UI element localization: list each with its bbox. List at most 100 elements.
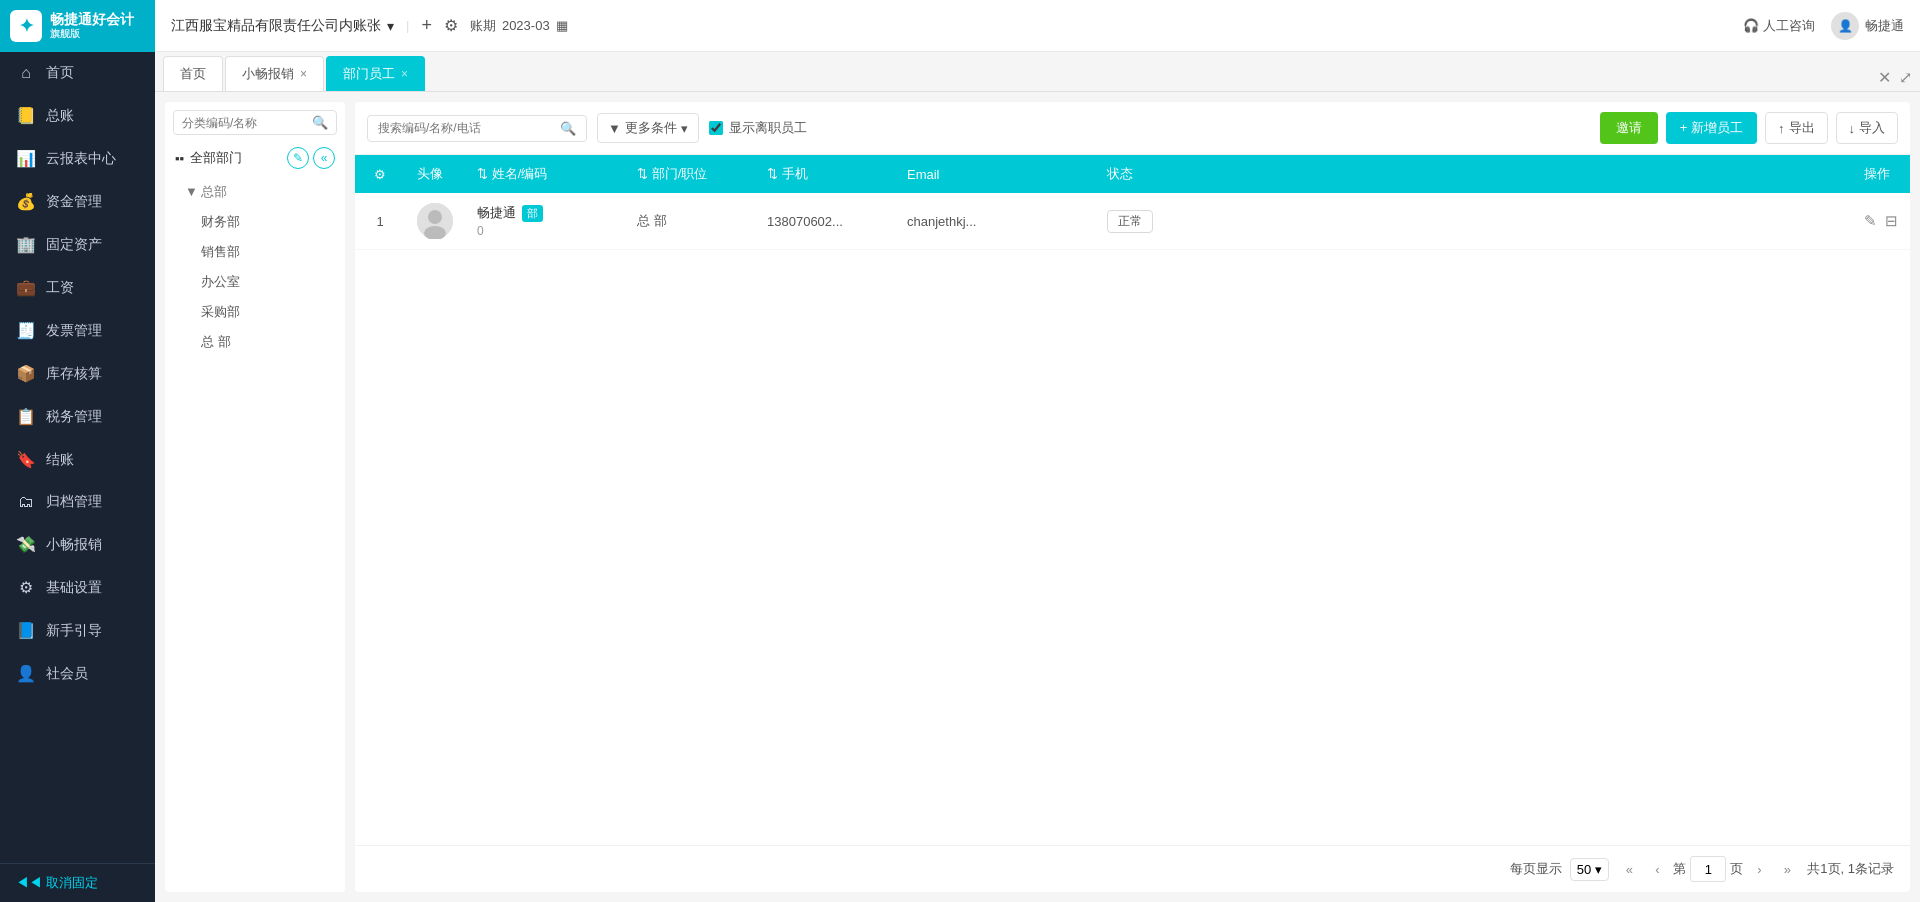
page-suffix: 页 (1730, 860, 1743, 878)
assets-icon: 🏢 (16, 235, 36, 254)
show-resigned-toggle[interactable]: 显示离职员工 (709, 119, 807, 137)
sidebar-item-assets[interactable]: 🏢 固定资产 (0, 223, 155, 266)
dept-collapse-button[interactable]: « (313, 147, 335, 169)
sidebar-item-label: 发票管理 (46, 322, 102, 340)
app-logo[interactable]: ✦ 畅捷通好会计 旗舰版 (0, 0, 155, 52)
sidebar: ✦ 畅捷通好会计 旗舰版 ⌂ 首页 📒 总账 📊 云报表中心 💰 资金管理 🏢 … (0, 0, 155, 902)
dept-child-purchase[interactable]: 采购部 (181, 297, 337, 327)
expense-icon: 💸 (16, 535, 36, 554)
user-avatar: 👤 (1831, 12, 1859, 40)
emp-panel: 🔍 ▼ 更多条件 ▾ 显示离职员工 邀请 + 新增员工 ↑ 导出 (355, 102, 1910, 892)
sidebar-item-label: 归档管理 (46, 493, 102, 511)
col-dept[interactable]: ⇅ 部门/职位 (625, 155, 755, 193)
tab-home-label: 首页 (180, 65, 206, 83)
sidebar-item-label: 基础设置 (46, 579, 102, 597)
show-resigned-label: 显示离职员工 (729, 119, 807, 137)
dept-edit-button[interactable]: ✎ (287, 147, 309, 169)
guide-icon: 📘 (16, 621, 36, 640)
sidebar-item-label: 云报表中心 (46, 150, 116, 168)
import-icon: ↓ (1849, 121, 1856, 136)
tab-department-label: 部门员工 (343, 65, 395, 83)
sidebar-item-tax[interactable]: 📋 税务管理 (0, 395, 155, 438)
first-page-button[interactable]: « (1617, 857, 1641, 881)
tab-home[interactable]: 首页 (163, 56, 223, 91)
sidebar-item-invoice[interactable]: 🧾 发票管理 (0, 309, 155, 352)
account-settings-button[interactable]: ⚙ (444, 16, 458, 35)
company-name: 江西服宝精品有限责任公司内账张 (171, 17, 381, 35)
more-actions-button[interactable]: ⊟ (1885, 212, 1898, 230)
export-button[interactable]: ↑ 导出 (1765, 112, 1828, 144)
sidebar-item-label: 资金管理 (46, 193, 102, 211)
next-page-button[interactable]: › (1747, 857, 1771, 881)
sidebar-item-expense[interactable]: 💸 小畅报销 (0, 523, 155, 566)
sidebar-item-label: 总账 (46, 107, 74, 125)
sidebar-item-closing[interactable]: 🔖 结账 (0, 438, 155, 481)
sidebar-item-home[interactable]: ⌂ 首页 (0, 52, 155, 94)
sidebar-item-salary[interactable]: 💼 工资 (0, 266, 155, 309)
table-header-row: ⚙ 头像 ⇅ 姓名/编码 ⇅ 部门/职位 (355, 155, 1910, 193)
prev-page-button[interactable]: ‹ (1645, 857, 1669, 881)
col-settings-icon: ⚙ (374, 167, 386, 182)
sidebar-item-member[interactable]: 👤 社会员 (0, 652, 155, 695)
tab-expense[interactable]: 小畅报销 × (225, 56, 324, 91)
dept-child-sales[interactable]: 销售部 (181, 237, 337, 267)
sidebar-nav: ⌂ 首页 📒 总账 📊 云报表中心 💰 资金管理 🏢 固定资产 💼 工资 🧾 发… (0, 52, 155, 863)
emp-search-input[interactable] (378, 121, 554, 135)
tab-expense-close[interactable]: × (300, 67, 307, 81)
page-number-input[interactable] (1690, 856, 1726, 882)
emp-search-icon: 🔍 (560, 121, 576, 136)
dept-child-office[interactable]: 办公室 (181, 267, 337, 297)
col-email: Email (895, 155, 1095, 193)
emp-search-box[interactable]: 🔍 (367, 115, 587, 142)
filter-button[interactable]: ▼ 更多条件 ▾ (597, 113, 699, 143)
import-button[interactable]: ↓ 导入 (1836, 112, 1899, 144)
sidebar-item-ledger[interactable]: 📒 总账 (0, 94, 155, 137)
dept-child-finance[interactable]: 财务部 (181, 207, 337, 237)
dept-title-label: 全部部门 (190, 149, 242, 167)
close-tab-button[interactable]: ✕ (1878, 68, 1891, 87)
period-value: 2023-03 (502, 18, 550, 33)
service-label: 人工咨询 (1763, 17, 1815, 35)
col-phone[interactable]: ⇅ 手机 (755, 155, 895, 193)
dept-search-input[interactable] (182, 116, 308, 130)
dept-parent-hq[interactable]: ▼ 总部 (181, 177, 337, 207)
expand-tab-button[interactable]: ⤢ (1899, 68, 1912, 87)
add-account-button[interactable]: + (421, 15, 432, 36)
row-phone-cell: 138070602... (755, 193, 895, 250)
sidebar-item-label: 小畅报销 (46, 536, 102, 554)
emp-name-wrap: 畅捷通 部 (477, 204, 613, 222)
user-menu[interactable]: 👤 畅捷通 (1831, 12, 1904, 40)
row-avatar-cell (405, 193, 465, 250)
sidebar-item-finance[interactable]: 💰 资金管理 (0, 180, 155, 223)
show-resigned-checkbox[interactable] (709, 121, 723, 135)
dept-tree-icons: ✎ « (287, 147, 335, 169)
row-name-cell: 畅捷通 部 0 (465, 193, 625, 250)
unpin-button[interactable]: ◀◀ 取消固定 (0, 863, 155, 902)
sidebar-item-reports[interactable]: 📊 云报表中心 (0, 137, 155, 180)
tab-department[interactable]: 部门员工 × (326, 56, 425, 91)
row-index: 1 (355, 193, 405, 250)
row-action-icons: ✎ ⊟ (1257, 212, 1898, 230)
service-button[interactable]: 🎧 人工咨询 (1743, 17, 1815, 35)
col-name[interactable]: ⇅ 姓名/编码 (465, 155, 625, 193)
salary-icon: 💼 (16, 278, 36, 297)
finance-icon: 💰 (16, 192, 36, 211)
period-selector[interactable]: 账期 2023-03 ▦ (470, 17, 568, 35)
sidebar-item-archive[interactable]: 🗂 归档管理 (0, 481, 155, 523)
sidebar-item-settings[interactable]: ⚙ 基础设置 (0, 566, 155, 609)
last-page-button[interactable]: » (1775, 857, 1799, 881)
dept-child-general[interactable]: 总 部 (181, 327, 337, 357)
page-size-select[interactable]: 50 ▾ (1570, 858, 1609, 881)
filter-chevron-icon: ▾ (681, 121, 688, 136)
company-selector[interactable]: 江西服宝精品有限责任公司内账张 ▾ (171, 17, 394, 35)
sidebar-item-inventory[interactable]: 📦 库存核算 (0, 352, 155, 395)
col-settings[interactable]: ⚙ (355, 155, 405, 193)
add-employee-button[interactable]: + 新增员工 (1666, 112, 1757, 144)
sidebar-item-guide[interactable]: 📘 新手引导 (0, 609, 155, 652)
tab-department-close[interactable]: × (401, 67, 408, 81)
edit-employee-button[interactable]: ✎ (1864, 212, 1877, 230)
dept-search-box[interactable]: 🔍 (173, 110, 337, 135)
member-icon: 👤 (16, 664, 36, 683)
invite-button[interactable]: 邀请 (1600, 112, 1658, 144)
sidebar-item-label: 税务管理 (46, 408, 102, 426)
